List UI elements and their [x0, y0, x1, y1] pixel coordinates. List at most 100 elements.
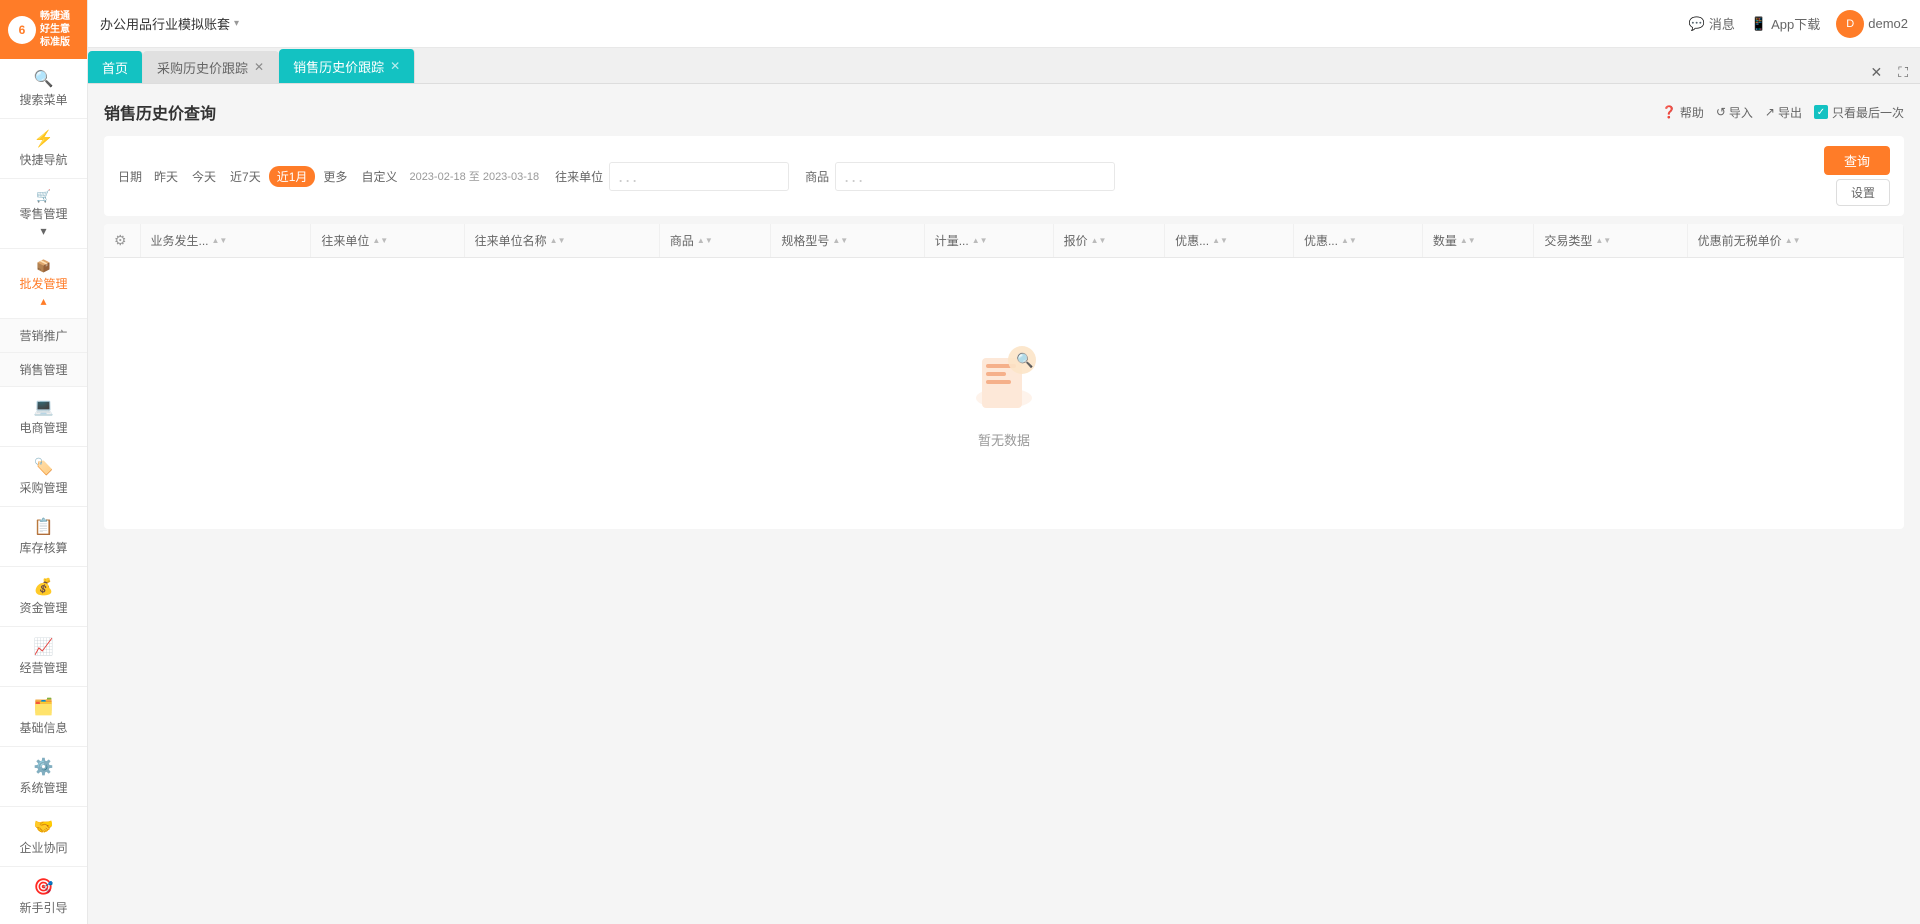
th-quantity[interactable]: 数量 ▲▼ — [1422, 224, 1533, 258]
sidebar-menu: 🔍 搜索菜单 ⚡ 快捷导航 🛒 零售管理 ▾ 📦 批发管理 ▴ 营销推广 — [0, 59, 87, 924]
logo-text: 畅捷通好生意 标准版 — [40, 10, 79, 49]
system-icon: ⚙️ — [34, 757, 54, 777]
tabs-bar: 首页 采购历史价跟踪 ✕ 销售历史价跟踪 ✕ ✕ ⛶ — [88, 48, 1920, 84]
settings-button[interactable]: 设置 — [1836, 179, 1890, 206]
partner-input[interactable]: ... — [609, 162, 789, 191]
user-menu[interactable]: D demo2 — [1836, 10, 1908, 38]
import-button[interactable]: ↺ 导入 — [1716, 104, 1753, 121]
table-settings-icon[interactable]: ⚙ — [114, 232, 127, 248]
sidebar-item-label: 销售管理 — [19, 363, 67, 377]
tab-home[interactable]: 首页 — [88, 51, 143, 83]
sidebar-item-purchase[interactable]: 🏷️ 采购管理 — [0, 447, 87, 507]
date-btn-yesterday[interactable]: 昨天 — [148, 166, 184, 187]
date-btn-today[interactable]: 今天 — [186, 166, 222, 187]
svg-text:🔍: 🔍 — [1016, 351, 1033, 369]
sidebar-item-inventory[interactable]: 📋 库存核算 — [0, 507, 87, 567]
sidebar-item-ecommerce[interactable]: 💻 电商管理 — [0, 387, 87, 447]
goods-input[interactable]: ... — [835, 162, 1115, 191]
chevron-up-icon: ▴ — [40, 294, 46, 308]
username-label: demo2 — [1868, 16, 1908, 31]
account-selector[interactable]: 办公用品行业模拟账套 ▾ — [100, 14, 239, 33]
th-spec[interactable]: 规格型号 ▲▼ — [771, 224, 924, 258]
date-btn-1month[interactable]: 近1月 — [269, 166, 316, 187]
enterprise-icon: 🤝 — [34, 817, 54, 837]
sidebar-item-search[interactable]: 🔍 搜索菜单 — [0, 59, 87, 119]
basic-icon: 🗂️ — [34, 697, 54, 717]
th-discount2[interactable]: 优惠... ▲▼ — [1293, 224, 1422, 258]
page-title: 销售历史价查询 — [104, 100, 216, 124]
tab-close-icon[interactable]: ✕ — [254, 60, 264, 74]
th-pretax-price[interactable]: 优惠前无税单价 ▲▼ — [1687, 224, 1903, 258]
wholesale-icon: 📦 — [36, 259, 51, 273]
export-button[interactable]: ↗ 导出 — [1765, 104, 1802, 121]
sidebar-item-label: 基础信息 — [19, 719, 67, 736]
th-unit[interactable]: 计量... ▲▼ — [924, 224, 1053, 258]
maximize-button[interactable]: ⛶ — [1894, 62, 1912, 83]
page-header: 销售历史价查询 ❓ 帮助 ↺ 导入 ↗ 导出 ✓ 只看最后一次 — [104, 100, 1904, 124]
help-button[interactable]: ❓ 帮助 — [1662, 104, 1704, 121]
sidebar-item-retail[interactable]: 🛒 零售管理 ▾ — [0, 179, 87, 249]
content-area: 销售历史价查询 ❓ 帮助 ↺ 导入 ↗ 导出 ✓ 只看最后一次 — [88, 84, 1920, 924]
partner-label: 往来单位 — [555, 168, 603, 185]
sort-icon: ▲▼ — [1595, 236, 1611, 245]
message-button[interactable]: 💬 消息 — [1689, 14, 1735, 33]
th-partner-name[interactable]: 往来单位名称 ▲▼ — [464, 224, 659, 258]
sidebar-item-label: 经营管理 — [19, 659, 67, 676]
sidebar-item-label: 零售管理 — [19, 205, 67, 222]
th-partner-code[interactable]: 往来单位 ▲▼ — [311, 224, 464, 258]
th-goods[interactable]: 商品 ▲▼ — [659, 224, 770, 258]
sort-icon: ▲▼ — [372, 236, 388, 245]
sort-icon: ▲▼ — [972, 236, 988, 245]
tab-label: 销售历史价跟踪 — [293, 57, 384, 76]
empty-text: 暂无数据 — [978, 430, 1030, 449]
message-label: 消息 — [1709, 14, 1735, 33]
chevron-down-icon: ▾ — [40, 224, 46, 238]
newbie-icon: 🎯 — [34, 877, 54, 897]
dropdown-arrow-icon: ▾ — [234, 18, 239, 29]
partner-dots: ... — [618, 166, 639, 187]
close-all-tabs-button[interactable]: ✕ — [1866, 62, 1886, 83]
sidebar-item-label: 快捷导航 — [19, 151, 67, 168]
purchase-icon: 🏷️ — [34, 457, 54, 477]
sidebar-item-sales-mgmt[interactable]: 销售管理 — [0, 353, 87, 387]
empty-icon: 🔍 — [964, 338, 1044, 418]
sidebar-group-wholesale: 📦 批发管理 ▴ 营销推广 销售管理 — [0, 249, 87, 387]
sidebar-item-wholesale[interactable]: 📦 批发管理 ▴ — [0, 249, 87, 319]
tab-close-icon[interactable]: ✕ — [390, 59, 400, 73]
query-button[interactable]: 查询 — [1824, 146, 1890, 175]
th-biz-date[interactable]: 业务发生... ▲▼ — [140, 224, 311, 258]
date-label: 日期 — [118, 168, 142, 185]
help-icon: ❓ — [1662, 105, 1677, 119]
sidebar-item-shortcut[interactable]: ⚡ 快捷导航 — [0, 119, 87, 179]
date-btn-more[interactable]: 更多 — [317, 166, 353, 187]
sidebar-item-marketing[interactable]: 营销推广 — [0, 319, 87, 353]
sidebar-item-newbie[interactable]: 🎯 新手引导 — [0, 867, 87, 924]
sidebar-item-system[interactable]: ⚙️ 系统管理 — [0, 747, 87, 807]
wholesale-subitems: 营销推广 销售管理 — [0, 319, 87, 387]
sidebar-item-enterprise[interactable]: 🤝 企业协同 — [0, 807, 87, 867]
sidebar-group-retail: 🛒 零售管理 ▾ — [0, 179, 87, 249]
goods-filter: 商品 ... — [805, 162, 1115, 191]
sidebar-item-label: 企业协同 — [19, 839, 67, 856]
date-btn-7days[interactable]: 近7天 — [224, 166, 267, 187]
date-buttons: 昨天 今天 近7天 近1月 更多 自定义 — [148, 166, 403, 187]
table-header-row: ⚙ 业务发生... ▲▼ 往来单位 ▲▼ — [104, 224, 1904, 258]
operations-icon: 📈 — [34, 637, 54, 657]
logo-icon: 6 — [8, 16, 36, 44]
app-download-button[interactable]: 📱 App下载 — [1751, 14, 1820, 33]
tab-purchase[interactable]: 采购历史价跟踪 ✕ — [143, 51, 279, 83]
sidebar-item-finance[interactable]: 💰 资金管理 — [0, 567, 87, 627]
sort-icon: ▲▼ — [550, 236, 566, 245]
tab-sales[interactable]: 销售历史价跟踪 ✕ — [279, 49, 415, 83]
th-trade-type[interactable]: 交易类型 ▲▼ — [1534, 224, 1687, 258]
th-discount1[interactable]: 优惠... ▲▼ — [1165, 224, 1294, 258]
sidebar-item-operations[interactable]: 📈 经营管理 — [0, 627, 87, 687]
sidebar-item-basic[interactable]: 🗂️ 基础信息 — [0, 687, 87, 747]
sidebar-item-label: 电商管理 — [19, 419, 67, 436]
last-only-checkbox[interactable]: ✓ 只看最后一次 — [1814, 104, 1904, 121]
date-btn-custom[interactable]: 自定义 — [355, 166, 403, 187]
th-price[interactable]: 报价 ▲▼ — [1053, 224, 1164, 258]
sort-icon: ▲▼ — [1341, 236, 1357, 245]
export-icon: ↗ — [1765, 105, 1775, 119]
tab-label: 采购历史价跟踪 — [157, 58, 248, 77]
